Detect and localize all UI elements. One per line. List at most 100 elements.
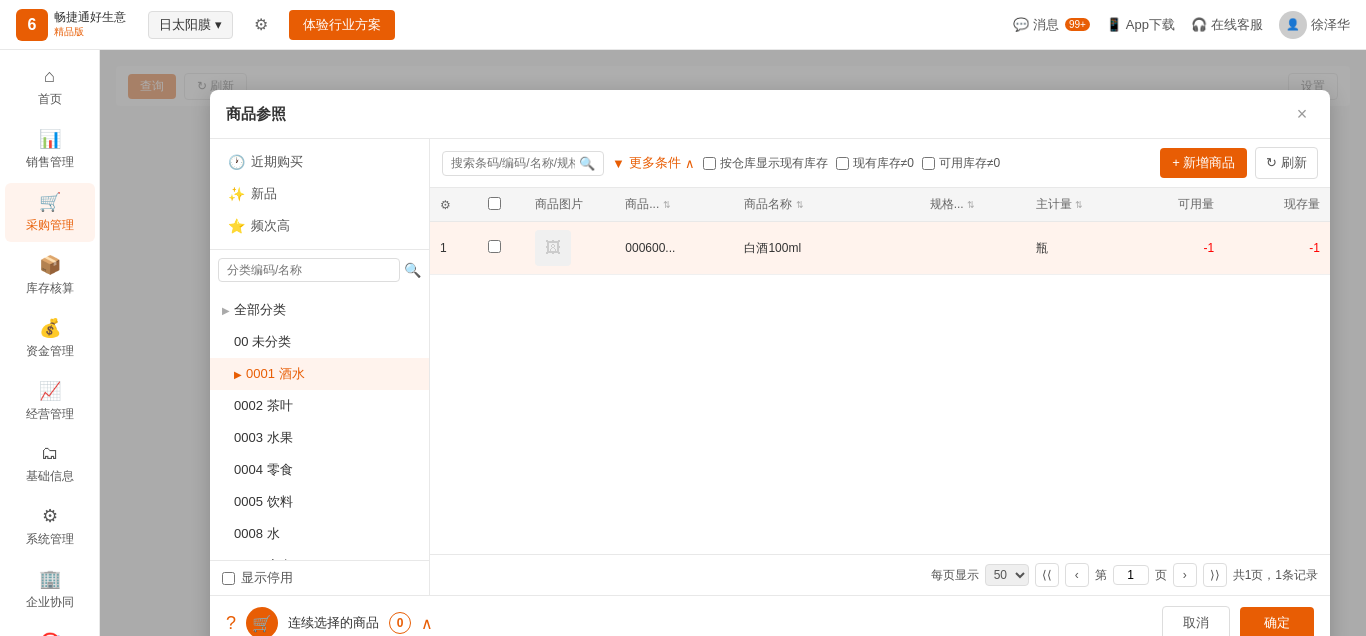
th-settings[interactable]: ⚙ bbox=[430, 188, 478, 222]
sidebar-item-guide[interactable]: 🎯 新手引导 bbox=[5, 623, 95, 636]
enterprise-icon: 🏢 bbox=[39, 568, 61, 590]
cat-item-0002[interactable]: 0002 茶叶 bbox=[210, 390, 429, 422]
cat-item-0001[interactable]: ▶ 0001 酒水 bbox=[210, 358, 429, 390]
add-product-button[interactable]: + 新增商品 bbox=[1160, 148, 1247, 178]
per-page-select[interactable]: 50 bbox=[985, 564, 1029, 586]
confirm-button[interactable]: 确定 bbox=[1240, 607, 1314, 636]
sidebar-item-home[interactable]: ⌂ 首页 bbox=[5, 58, 95, 116]
checkbox-avail-input[interactable] bbox=[922, 157, 935, 170]
filter-icon: ▼ bbox=[612, 156, 625, 171]
th-code[interactable]: 商品... ⇅ bbox=[615, 188, 734, 222]
checkbox-avail[interactable]: 可用库存≠0 bbox=[922, 155, 1000, 172]
user-avatar: 👤 bbox=[1279, 11, 1307, 39]
modal-footer: ? 🛒 连续选择的商品 0 ∧ 取消 确定 bbox=[210, 595, 1330, 636]
filter-btn[interactable]: ▼ 更多条件 ∧ bbox=[612, 154, 695, 172]
tab-recent[interactable]: 🕐 近期购买 bbox=[218, 147, 421, 177]
cat-item-00[interactable]: 00 未分类 bbox=[210, 326, 429, 358]
checkbox-stock-input[interactable] bbox=[836, 157, 849, 170]
th-unit[interactable]: 主计量 ⇅ bbox=[1026, 188, 1119, 222]
td-avail: -1 bbox=[1118, 222, 1224, 275]
modal-body: 🕐 近期购买 ✨ 新品 ⭐ 频次高 bbox=[210, 139, 1330, 595]
sidebar-item-basic[interactable]: 🗂 基础信息 bbox=[5, 435, 95, 493]
sort-name-icon: ⇅ bbox=[796, 200, 804, 210]
help-icon[interactable]: ? bbox=[226, 613, 236, 634]
messages-item[interactable]: 💬 消息 99+ bbox=[1013, 16, 1090, 34]
online-service-item[interactable]: 🎧 在线客服 bbox=[1191, 16, 1263, 34]
row-checkbox[interactable] bbox=[488, 240, 501, 253]
td-checkbox[interactable] bbox=[478, 222, 526, 275]
sidebar-label-finance: 资金管理 bbox=[26, 343, 74, 360]
category-search-input[interactable] bbox=[218, 258, 400, 282]
cat-item-0005[interactable]: 0005 饮料 bbox=[210, 486, 429, 518]
show-disabled-checkbox[interactable] bbox=[222, 572, 235, 585]
th-avail[interactable]: 可用量 bbox=[1118, 188, 1224, 222]
td-stock: -1 bbox=[1224, 222, 1330, 275]
first-page-btn[interactable]: ⟨⟨ bbox=[1035, 563, 1059, 587]
sidebar-item-enterprise[interactable]: 🏢 企业协同 bbox=[5, 560, 95, 619]
th-name[interactable]: 商品名称 ⇅ bbox=[734, 188, 919, 222]
tab-frequent[interactable]: ⭐ 频次高 bbox=[218, 211, 421, 241]
td-spec bbox=[920, 222, 1026, 275]
pagination-bar: 每页显示 50 ⟨⟨ ‹ 第 页 › ⟩⟩ 共1页，1条记录 bbox=[430, 554, 1330, 595]
tab-new[interactable]: ✨ 新品 bbox=[218, 179, 421, 209]
message-icon: 💬 bbox=[1013, 17, 1029, 32]
sidebar-item-inventory[interactable]: 📦 库存核算 bbox=[5, 246, 95, 305]
cat-item-all[interactable]: ▶ 全部分类 bbox=[210, 294, 429, 326]
cat-item-0008[interactable]: 0008 水 bbox=[210, 518, 429, 550]
store-dropdown[interactable]: 日太阳膜 ▾ bbox=[148, 11, 233, 39]
table-row[interactable]: 1 🖼 000600... 白酒100ml bbox=[430, 222, 1330, 275]
search-submit-icon[interactable]: 🔍 bbox=[579, 156, 595, 171]
app-download-item[interactable]: 📱 App下载 bbox=[1106, 16, 1175, 34]
new-icon: ✨ bbox=[228, 186, 245, 202]
collapse-footer-icon[interactable]: ∧ bbox=[421, 614, 433, 633]
modal-title: 商品参照 bbox=[226, 105, 286, 124]
cat-0005-label: 0005 饮料 bbox=[234, 493, 293, 511]
sidebar-item-purchase[interactable]: 🛒 采购管理 bbox=[5, 183, 95, 242]
sort-spec-icon: ⇅ bbox=[967, 200, 975, 210]
product-search-input[interactable] bbox=[451, 156, 575, 170]
refresh-button[interactable]: ↻ 刷新 bbox=[1255, 147, 1318, 179]
th-checkbox[interactable] bbox=[478, 188, 526, 222]
purchase-icon: 🛒 bbox=[39, 191, 61, 213]
modal-header: 商品参照 × bbox=[210, 90, 1330, 139]
cat-item-0010[interactable]: 0010 家电 bbox=[210, 550, 429, 560]
cat-0003-label: 0003 水果 bbox=[234, 429, 293, 447]
cat-0008-label: 0008 水 bbox=[234, 525, 280, 543]
sidebar-label-home: 首页 bbox=[38, 91, 62, 108]
settings-icon-btn[interactable]: ⚙ bbox=[245, 9, 277, 41]
page-number-input[interactable] bbox=[1113, 565, 1149, 585]
select-all-checkbox[interactable] bbox=[488, 197, 501, 210]
sidebar-item-finance[interactable]: 💰 资金管理 bbox=[5, 309, 95, 368]
left-panel: 🕐 近期购买 ✨ 新品 ⭐ 频次高 bbox=[210, 139, 430, 595]
cat-item-0003[interactable]: 0003 水果 bbox=[210, 422, 429, 454]
sidebar-item-operations[interactable]: 📈 经营管理 bbox=[5, 372, 95, 431]
search-icon[interactable]: 🔍 bbox=[404, 262, 421, 278]
app-download-label: App下载 bbox=[1126, 16, 1175, 34]
cancel-button[interactable]: 取消 bbox=[1162, 606, 1230, 636]
next-page-btn[interactable]: › bbox=[1173, 563, 1197, 587]
per-page-label: 每页显示 bbox=[931, 567, 979, 584]
sidebar-item-system[interactable]: ⚙ 系统管理 bbox=[5, 497, 95, 556]
checkbox-stock-label: 现有库存≠0 bbox=[853, 155, 914, 172]
last-page-btn[interactable]: ⟩⟩ bbox=[1203, 563, 1227, 587]
cart-icon[interactable]: 🛒 bbox=[246, 607, 278, 636]
checkbox-warehouse[interactable]: 按仓库显示现有库存 bbox=[703, 155, 828, 172]
user-item[interactable]: 👤 徐泽华 bbox=[1279, 11, 1350, 39]
page-suffix-label: 页 bbox=[1155, 567, 1167, 584]
th-stock[interactable]: 现存量 bbox=[1224, 188, 1330, 222]
sales-icon: 📊 bbox=[39, 128, 61, 150]
sidebar-item-sales[interactable]: 📊 销售管理 bbox=[5, 120, 95, 179]
cta-button[interactable]: 体验行业方案 bbox=[289, 10, 395, 40]
cat-all-label: 全部分类 bbox=[234, 301, 286, 319]
show-disabled-label: 显示停用 bbox=[241, 569, 293, 587]
cat-0002-label: 0002 茶叶 bbox=[234, 397, 293, 415]
cat-item-0004[interactable]: 0004 零食 bbox=[210, 454, 429, 486]
navbar-right: 💬 消息 99+ 📱 App下载 🎧 在线客服 👤 徐泽华 bbox=[1013, 11, 1350, 39]
checkbox-stock[interactable]: 现有库存≠0 bbox=[836, 155, 914, 172]
logo-text-wrap: 畅捷通好生意 精品版 bbox=[54, 10, 126, 40]
navbar: 6 畅捷通好生意 精品版 日太阳膜 ▾ ⚙ 体验行业方案 💬 消息 99+ 📱 … bbox=[0, 0, 1366, 50]
checkbox-warehouse-input[interactable] bbox=[703, 157, 716, 170]
th-spec[interactable]: 规格... ⇅ bbox=[920, 188, 1026, 222]
modal-close-button[interactable]: × bbox=[1290, 102, 1314, 126]
prev-page-btn[interactable]: ‹ bbox=[1065, 563, 1089, 587]
